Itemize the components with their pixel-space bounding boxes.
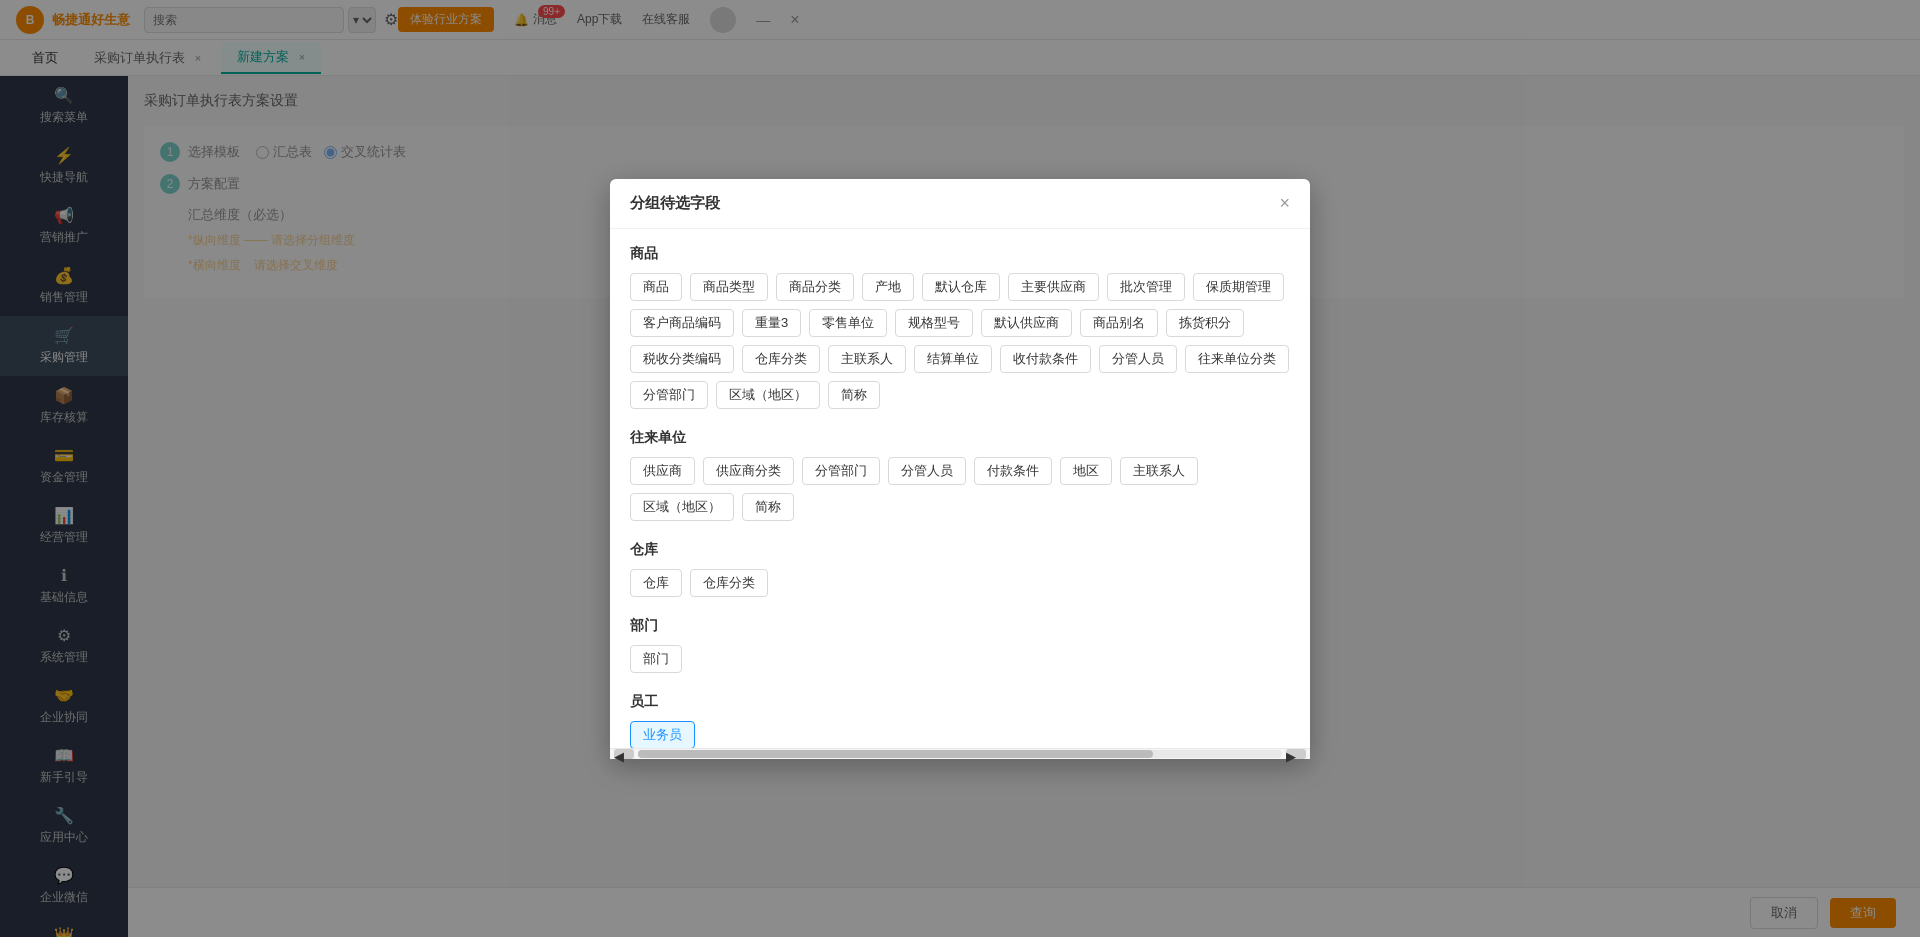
field-tag-spec[interactable]: 规格型号 (895, 309, 973, 337)
section-employee: 员工 业务员 (630, 693, 1290, 748)
field-tag-warehouse-category[interactable]: 仓库分类 (742, 345, 820, 373)
field-tag-origin[interactable]: 产地 (862, 273, 914, 301)
hscroll-track (638, 750, 1282, 758)
section-goods: 商品 商品 商品类型 商品分类 产地 默认仓库 主要供应商 批次管理 保质期管理… (630, 245, 1290, 409)
field-select-modal: 分组待选字段 × 商品 商品 商品类型 商品分类 产地 默认仓库 主要供应商 批… (610, 179, 1310, 759)
section-dept-title: 部门 (630, 617, 1290, 635)
field-tag-payment-terms[interactable]: 收付款条件 (1000, 345, 1091, 373)
field-tag-partner-abbr[interactable]: 简称 (742, 493, 794, 521)
section-warehouse: 仓库 仓库 仓库分类 (630, 541, 1290, 597)
field-tag-default-supplier[interactable]: 默认供应商 (981, 309, 1072, 337)
field-tag-manager[interactable]: 分管人员 (1099, 345, 1177, 373)
field-tag-retail-unit[interactable]: 零售单位 (809, 309, 887, 337)
field-tag-warehouse[interactable]: 仓库 (630, 569, 682, 597)
field-tag-customer-code[interactable]: 客户商品编码 (630, 309, 734, 337)
field-tag-department[interactable]: 部门 (630, 645, 682, 673)
field-tag-warehouse-cat[interactable]: 仓库分类 (690, 569, 768, 597)
field-tag-expiry-mgmt[interactable]: 保质期管理 (1193, 273, 1284, 301)
field-tag-goods[interactable]: 商品 (630, 273, 682, 301)
field-tag-settlement-unit[interactable]: 结算单位 (914, 345, 992, 373)
modal-close-btn[interactable]: × (1279, 193, 1290, 214)
hscroll-right-btn[interactable]: ▶ (1286, 749, 1306, 759)
field-tag-weight[interactable]: 重量3 (742, 309, 801, 337)
field-tag-default-warehouse[interactable]: 默认仓库 (922, 273, 1000, 301)
section-partner-title: 往来单位 (630, 429, 1290, 447)
partner-field-tags: 供应商 供应商分类 分管部门 分管人员 付款条件 地区 主联系人 区域（地区） … (630, 457, 1290, 521)
field-tag-goods-type[interactable]: 商品类型 (690, 273, 768, 301)
field-tag-partner-area[interactable]: 区域（地区） (630, 493, 734, 521)
field-tag-batch-mgmt[interactable]: 批次管理 (1107, 273, 1185, 301)
section-department: 部门 部门 (630, 617, 1290, 673)
field-tag-partner-payment[interactable]: 付款条件 (974, 457, 1052, 485)
section-employee-title: 员工 (630, 693, 1290, 711)
field-tag-main-supplier[interactable]: 主要供应商 (1008, 273, 1099, 301)
goods-field-tags: 商品 商品类型 商品分类 产地 默认仓库 主要供应商 批次管理 保质期管理 客户… (630, 273, 1290, 409)
section-goods-title: 商品 (630, 245, 1290, 263)
field-tag-supplier[interactable]: 供应商 (630, 457, 695, 485)
field-tag-abbr[interactable]: 简称 (828, 381, 880, 409)
field-tag-dept[interactable]: 分管部门 (630, 381, 708, 409)
field-tag-partner-category[interactable]: 往来单位分类 (1185, 345, 1289, 373)
field-tag-partner-manager[interactable]: 分管人员 (888, 457, 966, 485)
field-tag-partner-region[interactable]: 地区 (1060, 457, 1112, 485)
field-tag-tax-code[interactable]: 税收分类编码 (630, 345, 734, 373)
hscroll-left-btn[interactable]: ◀ (614, 749, 634, 759)
modal-title: 分组待选字段 (630, 194, 720, 213)
modal-header: 分组待选字段 × (610, 179, 1310, 229)
warehouse-field-tags: 仓库 仓库分类 (630, 569, 1290, 597)
field-tag-salesperson[interactable]: 业务员 (630, 721, 695, 748)
dept-field-tags: 部门 (630, 645, 1290, 673)
section-warehouse-title: 仓库 (630, 541, 1290, 559)
field-tag-partner-contact[interactable]: 主联系人 (1120, 457, 1198, 485)
field-tag-partner-dept[interactable]: 分管部门 (802, 457, 880, 485)
field-tag-main-contact[interactable]: 主联系人 (828, 345, 906, 373)
field-tag-region[interactable]: 区域（地区） (716, 381, 820, 409)
employee-field-tags: 业务员 (630, 721, 1290, 748)
modal-hscroll: ◀ ▶ (610, 748, 1310, 759)
modal-body: 商品 商品 商品类型 商品分类 产地 默认仓库 主要供应商 批次管理 保质期管理… (610, 229, 1310, 748)
field-tag-supplier-category[interactable]: 供应商分类 (703, 457, 794, 485)
field-tag-goods-category[interactable]: 商品分类 (776, 273, 854, 301)
hscroll-thumb[interactable] (638, 750, 1153, 758)
field-tag-pick-points[interactable]: 拣货积分 (1166, 309, 1244, 337)
section-partner: 往来单位 供应商 供应商分类 分管部门 分管人员 付款条件 地区 主联系人 区域… (630, 429, 1290, 521)
field-tag-alias[interactable]: 商品别名 (1080, 309, 1158, 337)
